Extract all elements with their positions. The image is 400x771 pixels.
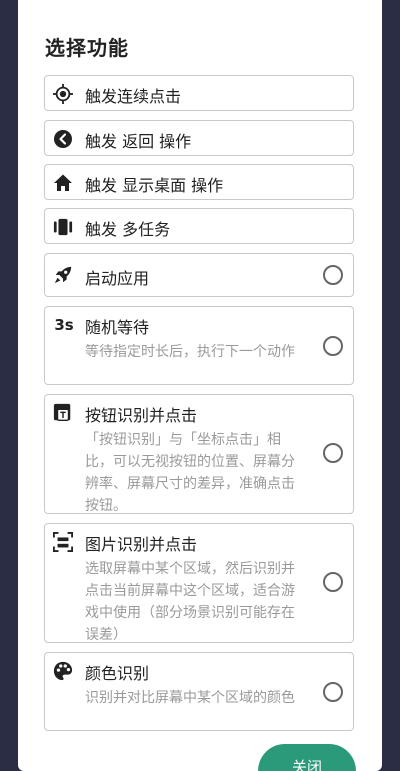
timer-3s-icon: 3s — [54, 316, 74, 334]
item-button-detect[interactable]: 按钮识别并点击 「按钮识别」与「坐标点击」相比，可以无视按钮的位置、屏幕分辨率、… — [44, 394, 354, 514]
item-continuous-click[interactable]: 触发连续点击 — [44, 75, 354, 111]
rocket-icon — [53, 265, 73, 285]
item-label: 触发 返回 操作 — [85, 132, 192, 151]
item-description: 等待指定时长后，执行下一个动作 — [85, 344, 295, 360]
item-description: 选取屏幕中某个区域，然后识别并点击当前屏幕中这个区域，适合游戏中使用（部分场景识… — [85, 561, 295, 643]
multitask-icon — [53, 217, 73, 237]
item-label: 颜色识别 — [85, 664, 150, 683]
item-label: 随机等待 — [85, 318, 150, 337]
item-back[interactable]: 触发 返回 操作 — [44, 120, 354, 156]
radio-button[interactable] — [323, 443, 343, 463]
item-label: 图片识别并点击 — [85, 535, 198, 554]
item-color-detect[interactable]: 颜色识别 识别并对比屏幕中某个区域的颜色 — [44, 652, 354, 731]
item-label: 启动应用 — [85, 269, 150, 288]
radio-button[interactable] — [323, 682, 343, 702]
radio-button[interactable] — [323, 572, 343, 592]
palette-icon — [53, 661, 73, 681]
scan-image-icon — [53, 532, 73, 552]
item-launch-app[interactable]: 启动应用 — [44, 253, 354, 297]
item-home[interactable]: 触发 显示桌面 操作 — [44, 164, 354, 200]
close-button[interactable]: 关闭 — [258, 744, 356, 771]
radio-button[interactable] — [323, 336, 343, 356]
item-label: 触发连续点击 — [85, 87, 182, 106]
item-label: 按钮识别并点击 — [85, 406, 198, 425]
button-detect-icon — [53, 403, 73, 423]
item-random-wait[interactable]: 3s 随机等待 等待指定时长后，执行下一个动作 — [44, 306, 354, 385]
select-function-dialog: 选择功能 触发连续点击 触发 返回 操作 触发 显示桌面 操作 触发 多任务 启… — [18, 0, 382, 771]
item-multitask[interactable]: 触发 多任务 — [44, 208, 354, 244]
item-description: 识别并对比屏幕中某个区域的颜色 — [85, 690, 295, 706]
back-circle-icon — [53, 129, 73, 149]
crosshair-icon — [53, 84, 73, 104]
item-description: 「按钮识别」与「坐标点击」相比，可以无视按钮的位置、屏幕分辨率、屏幕尺寸的差异，… — [85, 432, 295, 514]
radio-button[interactable] — [323, 265, 343, 285]
dialog-title: 选择功能 — [45, 36, 129, 60]
item-label: 触发 显示桌面 操作 — [85, 176, 224, 195]
item-label: 触发 多任务 — [85, 220, 171, 239]
home-icon — [53, 173, 73, 193]
item-image-detect[interactable]: 图片识别并点击 选取屏幕中某个区域，然后识别并点击当前屏幕中这个区域，适合游戏中… — [44, 523, 354, 643]
